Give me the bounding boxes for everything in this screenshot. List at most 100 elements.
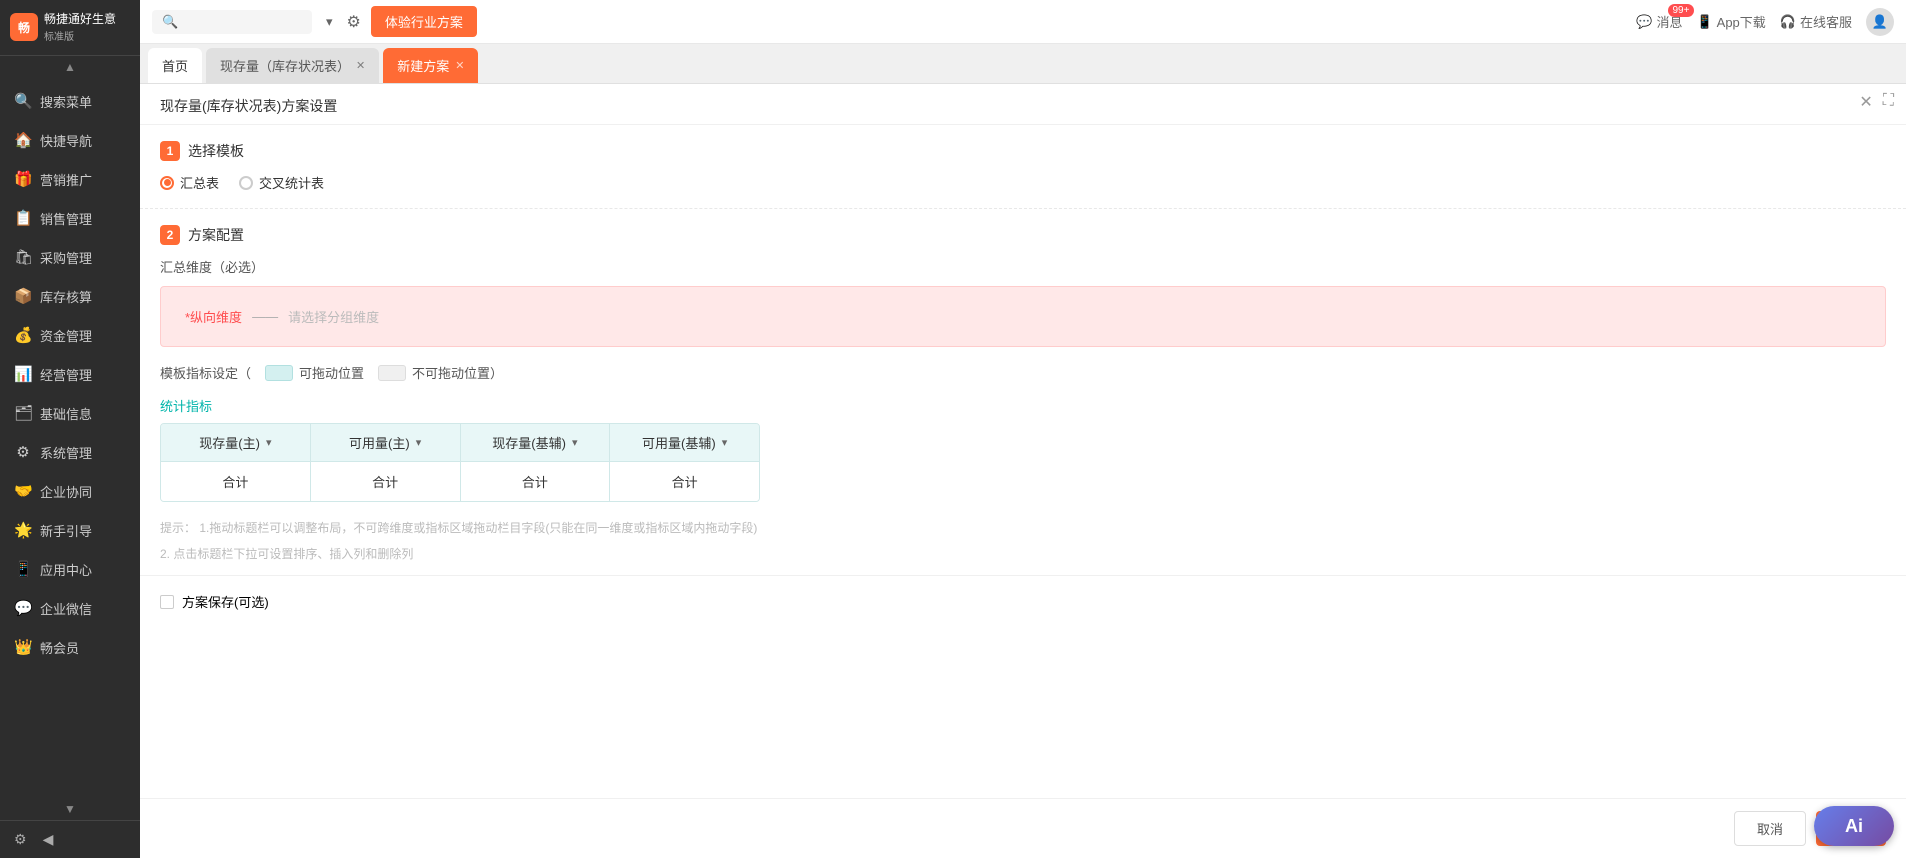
tab-new-plan[interactable]: 新建方案 ✕: [383, 48, 478, 83]
step2-text: 方案配置: [188, 225, 244, 245]
sidebar-item-finance-label: 资金管理: [40, 326, 92, 345]
indicator-draggable-item: 可拖动位置: [265, 363, 364, 382]
sidebar-item-quick-nav-label: 快捷导航: [40, 131, 92, 150]
topbar-dropdown-icon[interactable]: ▾: [322, 14, 337, 30]
tab-inventory-close[interactable]: ✕: [356, 59, 365, 72]
tab-new-plan-close[interactable]: ✕: [455, 59, 464, 72]
stats-col-1-cell: 合计: [311, 462, 460, 501]
radio-cross-circle: [239, 176, 253, 190]
message-icon: 💬: [1636, 14, 1652, 30]
message-badge[interactable]: 💬 消息 99+: [1636, 12, 1682, 31]
step1-label: 1 选择模板: [160, 141, 1886, 161]
logo-icon: 畅: [10, 13, 38, 41]
tip-1: 提示： 1.拖动标题栏可以调整布局，不可跨维度或指标区域拖动栏目字段(只能在同一…: [160, 518, 1886, 540]
indicator-draggable-box: [265, 365, 293, 381]
box-icon: 📦: [14, 287, 32, 305]
chat-icon: 💬: [14, 599, 32, 617]
phone-icon: 📱: [1696, 14, 1712, 30]
sidebar-scroll-down[interactable]: ▼: [0, 798, 140, 820]
template-indicator-label: 模板指标设定（: [160, 363, 251, 382]
tab-inventory[interactable]: 现存量（库存状况表） ✕: [206, 48, 379, 83]
app-name: 畅捷通好生意: [44, 12, 116, 28]
sidebar-item-basic-info[interactable]: 🗂 基础信息: [0, 394, 140, 433]
sidebar-item-search[interactable]: 🔍 搜索菜单: [0, 82, 140, 121]
sidebar-item-contracts[interactable]: 🤝 企业协同: [0, 472, 140, 511]
step1-text: 选择模板: [188, 141, 244, 161]
expand-panel-icon[interactable]: ⛶: [1883, 92, 1894, 112]
sidebar-item-enterprise-wechat[interactable]: 💬 企业微信: [0, 589, 140, 628]
sidebar-item-operations-label: 经营管理: [40, 365, 92, 384]
radio-summary-label: 汇总表: [180, 173, 219, 192]
sidebar-item-operations[interactable]: 📊 经营管理: [0, 355, 140, 394]
sidebar-item-purchase-label: 采购管理: [40, 248, 92, 267]
stats-col-1: 可用量(主) ▾ 合计: [311, 424, 461, 501]
sidebar-item-app-center[interactable]: 📱 应用中心: [0, 550, 140, 589]
stats-col-3-header[interactable]: 可用量(基辅) ▾: [610, 424, 759, 462]
gift-icon: 🎁: [14, 170, 32, 188]
sidebar-item-sales-label: 销售管理: [40, 209, 92, 228]
dim-section-label: 汇总维度（必选）: [160, 257, 1886, 276]
tab-home-label: 首页: [162, 56, 188, 75]
sidebar-item-marketing[interactable]: 🎁 营销推广: [0, 160, 140, 199]
close-panel-icon[interactable]: ✕: [1859, 92, 1872, 112]
topbar-search-icon: 🔍: [162, 14, 178, 30]
folder-icon: 🗂: [14, 404, 32, 422]
dim-box[interactable]: *纵向维度 —— 请选择分组维度: [160, 286, 1886, 347]
sidebar-item-enterprise-wechat-label: 企业微信: [40, 599, 92, 618]
sidebar-item-inventory-label: 库存核算: [40, 287, 92, 306]
footer-buttons: 取消 查询: [140, 798, 1906, 858]
stats-col-2-label: 现存量(基辅): [492, 433, 566, 452]
stats-col-1-header[interactable]: 可用量(主) ▾: [311, 424, 460, 462]
cancel-button[interactable]: 取消: [1734, 811, 1806, 846]
topbar-search-box[interactable]: 🔍: [152, 10, 312, 34]
sidebar-nav: 🔍 搜索菜单 🏠 快捷导航 🎁 营销推广 📋 销售管理 🛍 采购管理 📦 库存核…: [0, 78, 140, 798]
avatar-icon: 👤: [1872, 14, 1888, 30]
stats-table: 现存量(主) ▾ 合计 可用量(主) ▾ 合计: [160, 423, 760, 502]
template-radio-group: 汇总表 交叉统计表: [160, 173, 1886, 192]
stats-col-0-label: 现存量(主): [199, 433, 260, 452]
user-avatar[interactable]: 👤: [1866, 8, 1894, 36]
sidebar-item-system[interactable]: ⚙ 系统管理: [0, 433, 140, 472]
chevron-down-icon-3: ▾: [722, 436, 728, 449]
ai-badge[interactable]: Ai: [1814, 806, 1894, 846]
gear-icon: ⚙: [14, 443, 32, 461]
sidebar-item-purchase[interactable]: 🛍 采购管理: [0, 238, 140, 277]
sidebar-item-member-label: 畅会员: [40, 638, 79, 657]
radio-cross-label: 交叉统计表: [259, 173, 324, 192]
sidebar-item-new-guide[interactable]: 🌟 新手引导: [0, 511, 140, 550]
stats-col-2-header[interactable]: 现存量(基辅) ▾: [461, 424, 610, 462]
trial-industry-btn[interactable]: 体验行业方案: [371, 6, 477, 37]
stats-col-0-header[interactable]: 现存量(主) ▾: [161, 424, 310, 462]
stats-col-3-label: 可用量(基辅): [642, 433, 716, 452]
app-download[interactable]: 📱 App下载: [1696, 12, 1765, 31]
content-inner: ✕ ⛶ 现存量(库存状况表)方案设置 1 选择模板 汇总表: [140, 84, 1906, 858]
topbar-gear-icon[interactable]: ⚙: [347, 12, 361, 32]
tab-home[interactable]: 首页: [148, 48, 202, 83]
chevron-down-icon-0: ▾: [266, 436, 272, 449]
sidebar-scroll-up[interactable]: ▲: [0, 56, 140, 78]
topbar-right: 💬 消息 99+ 📱 App下载 🎧 在线客服 👤: [1636, 8, 1894, 36]
chevron-down-icon-2: ▾: [572, 436, 578, 449]
sidebar-item-quick-nav[interactable]: 🏠 快捷导航: [0, 121, 140, 160]
search-icon: 🔍: [14, 92, 32, 110]
radio-cross[interactable]: 交叉统计表: [239, 173, 324, 192]
dim-separator: ——: [252, 309, 278, 324]
step2-num: 2: [160, 225, 180, 245]
sidebar-settings-icon[interactable]: ⚙: [14, 831, 27, 848]
sidebar: 畅 畅捷通好生意 标准版 ▲ 🔍 搜索菜单 🏠 快捷导航 🎁 营销推广 📋 销售…: [0, 0, 140, 858]
step1-num: 1: [160, 141, 180, 161]
sidebar-item-finance[interactable]: 💰 资金管理: [0, 316, 140, 355]
message-count: 99+: [1668, 4, 1695, 17]
tabbar: 首页 现存量（库存状况表） ✕ 新建方案 ✕: [140, 44, 1906, 84]
save-checkbox[interactable]: [160, 595, 174, 609]
sidebar-item-inventory[interactable]: 📦 库存核算: [0, 277, 140, 316]
sidebar-item-member[interactable]: 👑 畅会员: [0, 628, 140, 667]
content-area: ✕ ⛶ 现存量(库存状况表)方案设置 1 选择模板 汇总表: [140, 84, 1906, 858]
online-service[interactable]: 🎧 在线客服: [1780, 12, 1852, 31]
radio-summary[interactable]: 汇总表: [160, 173, 219, 192]
bag-icon: 🛍: [14, 248, 32, 266]
app-logo: 畅 畅捷通好生意 标准版: [0, 0, 140, 56]
sidebar-collapse-icon[interactable]: ◀: [43, 831, 54, 848]
sidebar-item-sales[interactable]: 📋 销售管理: [0, 199, 140, 238]
stats-col-2-cell: 合计: [461, 462, 610, 501]
